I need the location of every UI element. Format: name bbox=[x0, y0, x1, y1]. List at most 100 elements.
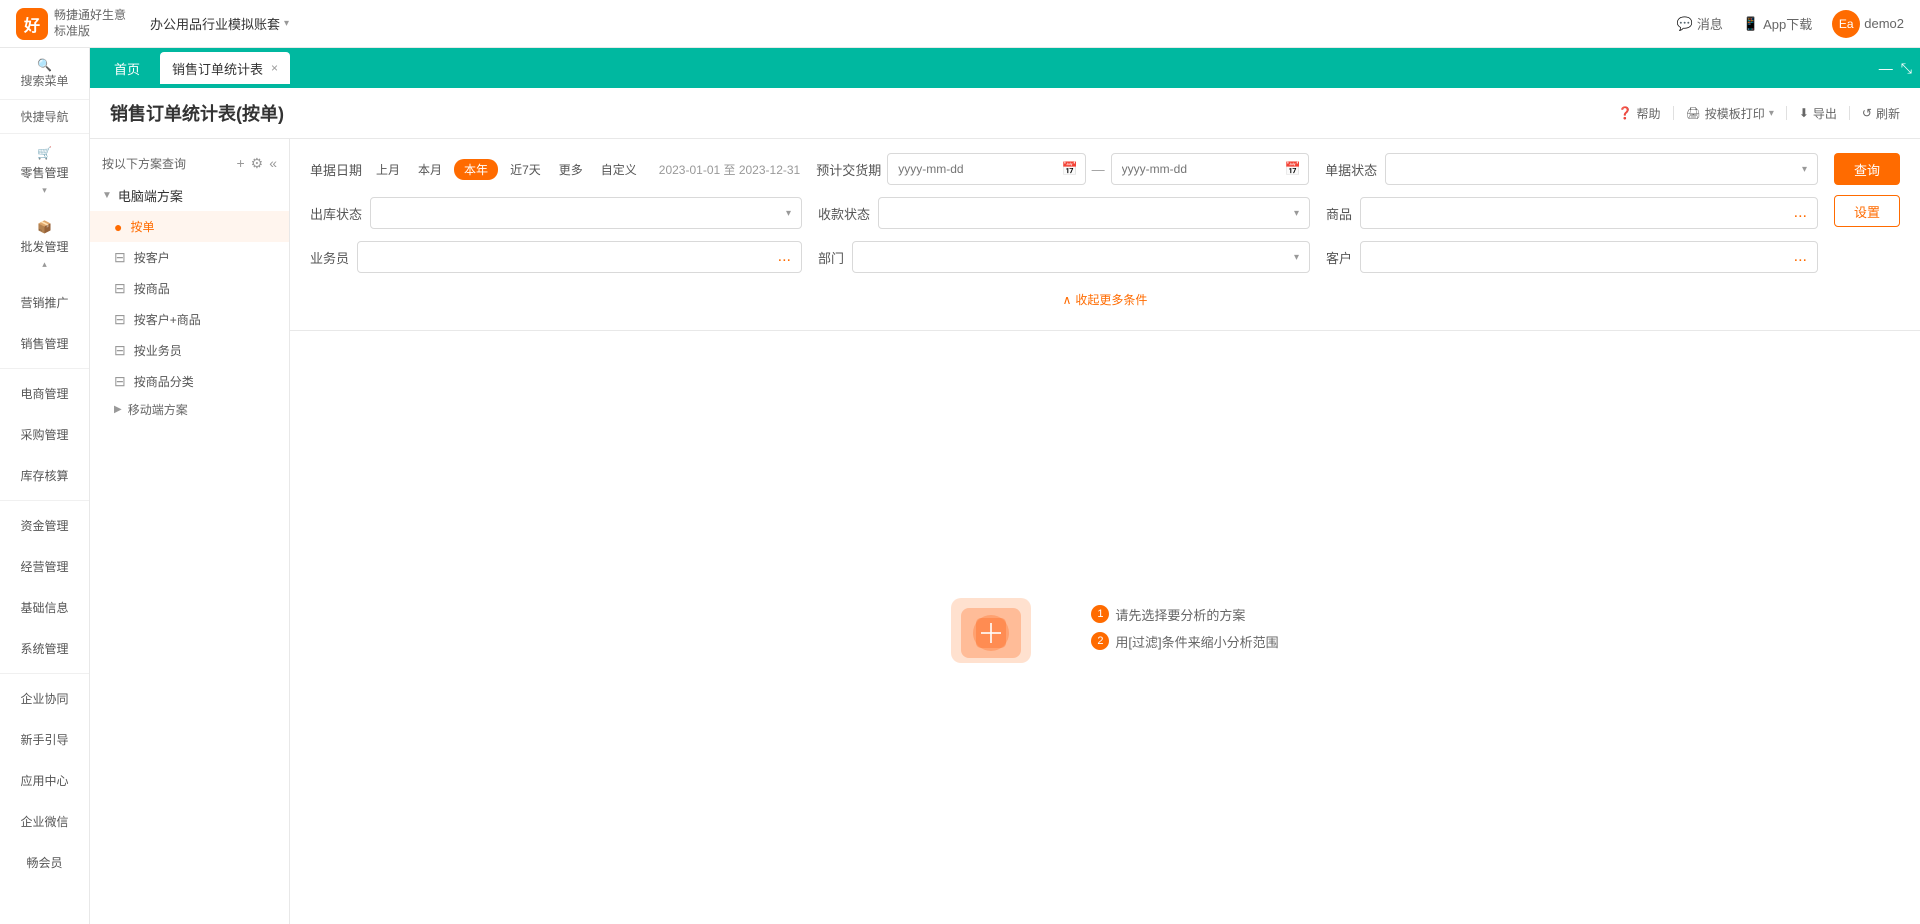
message-icon: 💬 bbox=[1677, 16, 1693, 32]
shortcut-last-month[interactable]: 上月 bbox=[370, 159, 406, 180]
tab-bar-right: — ⤡ bbox=[1879, 60, 1912, 77]
refresh-button[interactable]: ↺ 刷新 bbox=[1862, 105, 1900, 122]
desktop-section-arrow-icon: ▼ bbox=[102, 190, 112, 201]
desktop-section-label: 电脑端方案 bbox=[118, 186, 183, 205]
out-status-select[interactable]: ▾ bbox=[370, 197, 802, 229]
app-selector[interactable]: 办公用品行业模拟账套 ▾ bbox=[150, 14, 289, 33]
sidebar-item-sales[interactable]: 销售管理 bbox=[0, 323, 89, 364]
filter-add-icon[interactable]: + bbox=[236, 155, 244, 172]
receipt-status-label: 收款状态 bbox=[818, 204, 870, 223]
export-button[interactable]: ⬇ 导出 bbox=[1799, 105, 1837, 122]
tab-close-icon[interactable]: × bbox=[271, 61, 278, 75]
filter-item-by-customer[interactable]: ⊟ 按客户 bbox=[90, 242, 289, 273]
message-action[interactable]: 💬 消息 bbox=[1677, 14, 1723, 33]
doc-status-label: 单据状态 bbox=[1325, 160, 1377, 179]
action-divider-2 bbox=[1786, 106, 1787, 120]
sidebar-item-purchase[interactable]: 采购管理 bbox=[0, 414, 89, 455]
filter-item-by-cust-goods[interactable]: ⊟ 按客户+商品 bbox=[90, 304, 289, 335]
empty-text-area: 1 请先选择要分析的方案 2 用[过滤]条件来缩小分析范围 bbox=[1091, 605, 1278, 651]
salesperson-select[interactable]: ... bbox=[357, 241, 802, 273]
date-range-separator: — bbox=[1092, 162, 1105, 177]
sidebar-item-app-center[interactable]: 应用中心 bbox=[0, 760, 89, 801]
print-icon: 🖨 bbox=[1686, 106, 1701, 120]
filter-item-by-category[interactable]: ⊟ 按商品分类 bbox=[90, 366, 289, 397]
sidebar-nav[interactable]: 快捷导航 bbox=[0, 100, 89, 134]
sidebar-item-newbie[interactable]: 新手引导 bbox=[0, 719, 89, 760]
goods-more-icon[interactable]: ... bbox=[1794, 204, 1807, 222]
sidebar-item-vip[interactable]: 畅会员 bbox=[0, 842, 89, 883]
right-content: 单据日期 上月 本月 本年 近7天 更多 自定义 bbox=[290, 139, 1920, 924]
calendar-end-icon[interactable]: 📅 bbox=[1285, 161, 1301, 177]
by-salesperson-icon: ⊟ bbox=[114, 342, 126, 359]
collapse-bar[interactable]: ∧ 收起更多条件 bbox=[310, 283, 1900, 316]
expected-date-start-input[interactable] bbox=[887, 153, 1085, 185]
dept-label: 部门 bbox=[818, 248, 844, 267]
expected-date-label: 预计交货期 bbox=[816, 160, 881, 179]
sidebar-divider-3 bbox=[0, 673, 89, 674]
expected-date-end-input[interactable] bbox=[1111, 153, 1309, 185]
sidebar-item-basic[interactable]: 基础信息 bbox=[0, 587, 89, 628]
avatar: Ea bbox=[1832, 10, 1860, 38]
shortcut-this-month[interactable]: 本月 bbox=[412, 159, 448, 180]
help-button[interactable]: ❓ 帮助 bbox=[1618, 105, 1661, 122]
salesperson-more-icon[interactable]: ... bbox=[778, 248, 791, 266]
user-area[interactable]: Ea demo2 bbox=[1832, 10, 1904, 38]
shortcut-more[interactable]: 更多 bbox=[553, 159, 589, 180]
out-status-chevron-icon: ▾ bbox=[786, 208, 791, 219]
sidebar-item-ecommerce[interactable]: 电商管理 bbox=[0, 373, 89, 414]
sidebar-item-operation[interactable]: 经营管理 bbox=[0, 546, 89, 587]
sidebar-item-retail[interactable]: 🛒 零售管理 ▾ bbox=[0, 134, 89, 208]
goods-select[interactable]: ... bbox=[1360, 197, 1818, 229]
filter-item-by-order[interactable]: ● 按单 bbox=[90, 211, 289, 242]
shortcut-custom[interactable]: 自定义 bbox=[595, 159, 643, 180]
sidebar-item-inventory[interactable]: 库存核算 bbox=[0, 455, 89, 496]
sidebar-item-wholesale[interactable]: 📦 批发管理 ▴ bbox=[0, 208, 89, 282]
logo-text: 畅捷通好生意 标准版 bbox=[54, 8, 126, 39]
export-icon: ⬇ bbox=[1799, 106, 1809, 120]
calendar-start-icon[interactable]: 📅 bbox=[1061, 161, 1077, 177]
print-template-button[interactable]: 🖨 按模板打印 ▾ bbox=[1686, 105, 1774, 122]
app-download-action[interactable]: 📱 App下载 bbox=[1743, 14, 1812, 33]
sidebar-item-system[interactable]: 系统管理 bbox=[0, 628, 89, 669]
doc-status-select[interactable]: ▾ bbox=[1385, 153, 1818, 185]
empty-illustration bbox=[931, 578, 1051, 678]
logo-area: 好 畅捷通好生意 标准版 bbox=[16, 8, 126, 40]
filter-collapse-icon[interactable]: « bbox=[269, 155, 277, 172]
wholesale-icon: 📦 bbox=[37, 220, 52, 234]
by-customer-icon: ⊟ bbox=[114, 249, 126, 266]
filter-settings-icon[interactable]: ⚙ bbox=[251, 155, 264, 172]
receipt-status-select[interactable]: ▾ bbox=[878, 197, 1310, 229]
filter-item-by-goods[interactable]: ⊟ 按商品 bbox=[90, 273, 289, 304]
expected-date-start-wrapper: 📅 bbox=[887, 153, 1085, 185]
download-icon: 📱 bbox=[1743, 16, 1759, 32]
desktop-section-header[interactable]: ▼ 电脑端方案 bbox=[90, 180, 289, 211]
sidebar-item-finance[interactable]: 资金管理 bbox=[0, 505, 89, 546]
settings-button[interactable]: 设置 bbox=[1834, 195, 1900, 227]
sidebar-nav-label: 快捷导航 bbox=[0, 108, 89, 125]
customer-more-icon[interactable]: ... bbox=[1794, 248, 1807, 266]
sidebar-item-enterprise[interactable]: 企业协同 bbox=[0, 678, 89, 719]
sidebar-item-corp-wechat[interactable]: 企业微信 bbox=[0, 801, 89, 842]
sidebar-search[interactable]: 🔍 搜索菜单 bbox=[0, 48, 89, 100]
wholesale-chevron-icon: ▴ bbox=[42, 259, 47, 270]
tab-home[interactable]: 首页 bbox=[98, 52, 156, 84]
tab-minimize-icon[interactable]: — bbox=[1879, 60, 1893, 77]
tab-active-sales-stats[interactable]: 销售订单统计表 × bbox=[160, 52, 290, 84]
filter-item-by-salesperson[interactable]: ⊟ 按业务员 bbox=[90, 335, 289, 366]
sidebar-search-label: 搜索菜单 bbox=[8, 72, 81, 89]
retail-icon: 🛒 bbox=[37, 146, 52, 160]
sidebar-item-marketing[interactable]: 营销推广 bbox=[0, 282, 89, 323]
shortcut-7days[interactable]: 近7天 bbox=[504, 159, 547, 180]
customer-select[interactable]: ... bbox=[1360, 241, 1818, 273]
tab-maximize-icon[interactable]: ⤡ bbox=[1901, 60, 1912, 77]
search-icon: 🔍 bbox=[37, 58, 52, 72]
filter-panel-title: 按以下方案查询 bbox=[102, 155, 186, 172]
sidebar-divider-2 bbox=[0, 500, 89, 501]
mobile-section-header[interactable]: ▶ 移动端方案 bbox=[90, 397, 289, 422]
filter-panel: 按以下方案查询 + ⚙ « ▼ 电脑端方案 ● 按单 ⊟ bbox=[90, 139, 290, 924]
out-status-label: 出库状态 bbox=[310, 204, 362, 223]
query-button[interactable]: 查询 bbox=[1834, 153, 1900, 185]
action-divider-1 bbox=[1673, 106, 1674, 120]
shortcut-this-year[interactable]: 本年 bbox=[454, 159, 498, 180]
dept-select[interactable]: ▾ bbox=[852, 241, 1310, 273]
